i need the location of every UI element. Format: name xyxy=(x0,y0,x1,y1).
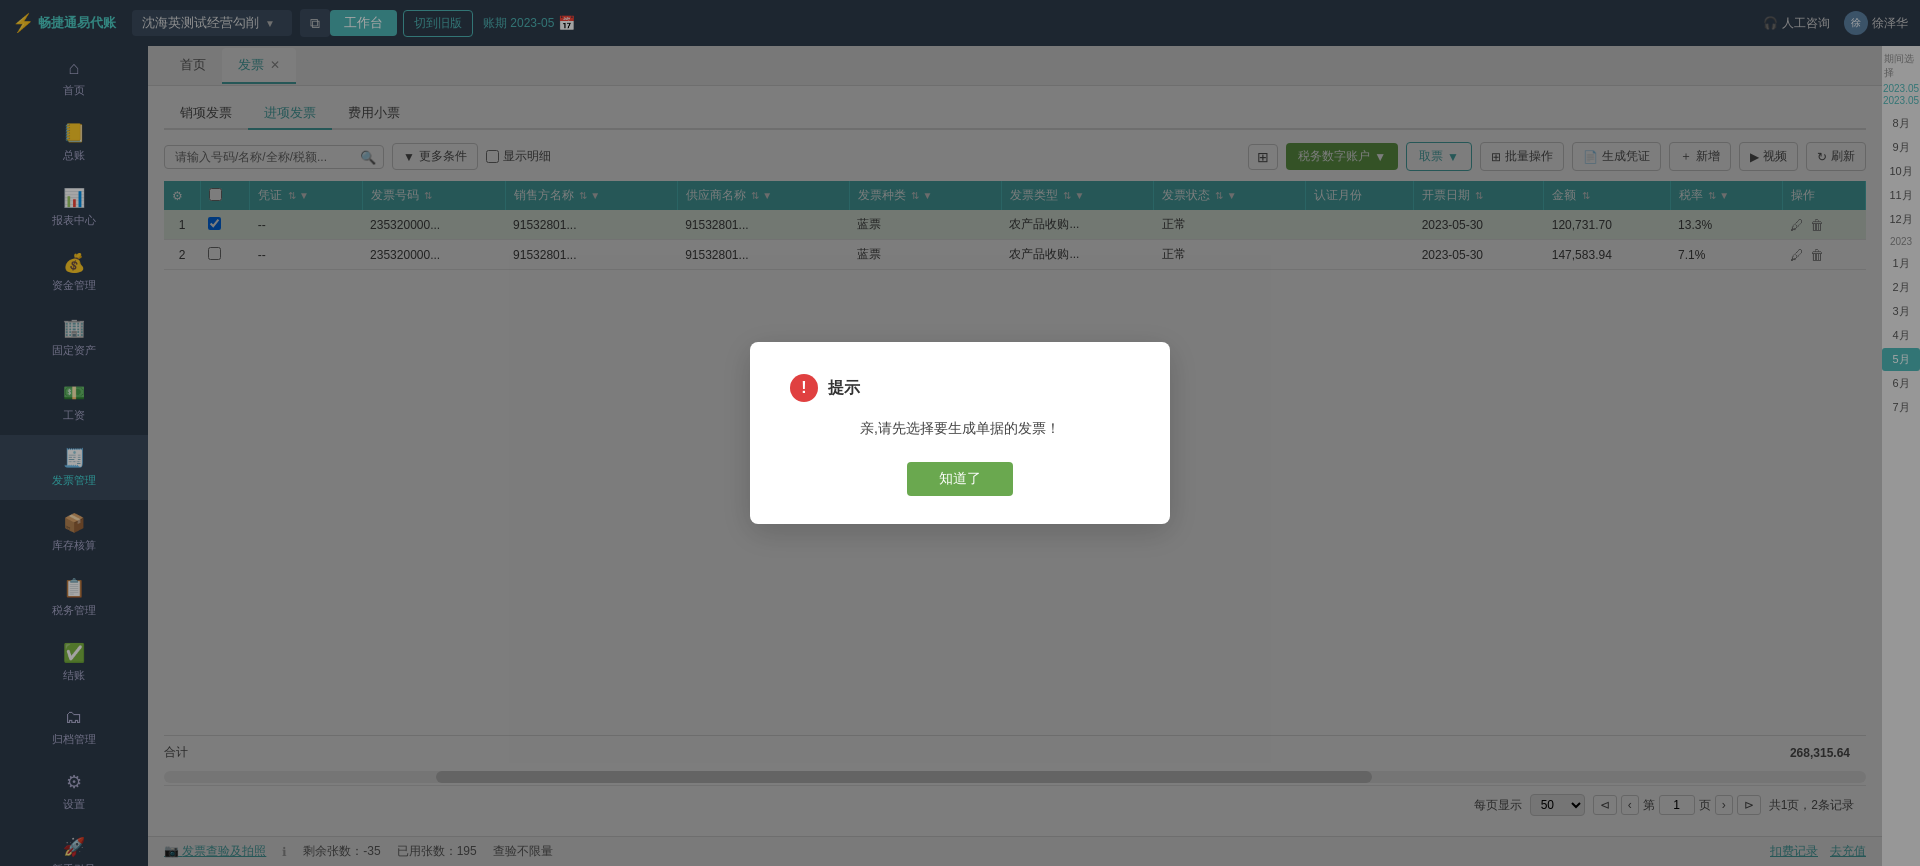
dialog-footer: 知道了 xyxy=(790,462,1130,496)
dialog-title: 提示 xyxy=(828,378,860,399)
dialog-header: ! 提示 xyxy=(790,374,1130,402)
confirm-button[interactable]: 知道了 xyxy=(907,462,1013,496)
dialog: ! 提示 亲,请先选择要生成单据的发票！ 知道了 xyxy=(750,342,1170,524)
warning-icon: ! xyxy=(790,374,818,402)
dialog-message: 亲,请先选择要生成单据的发票！ xyxy=(790,420,1130,438)
dialog-overlay: ! 提示 亲,请先选择要生成单据的发票！ 知道了 xyxy=(0,0,1920,866)
